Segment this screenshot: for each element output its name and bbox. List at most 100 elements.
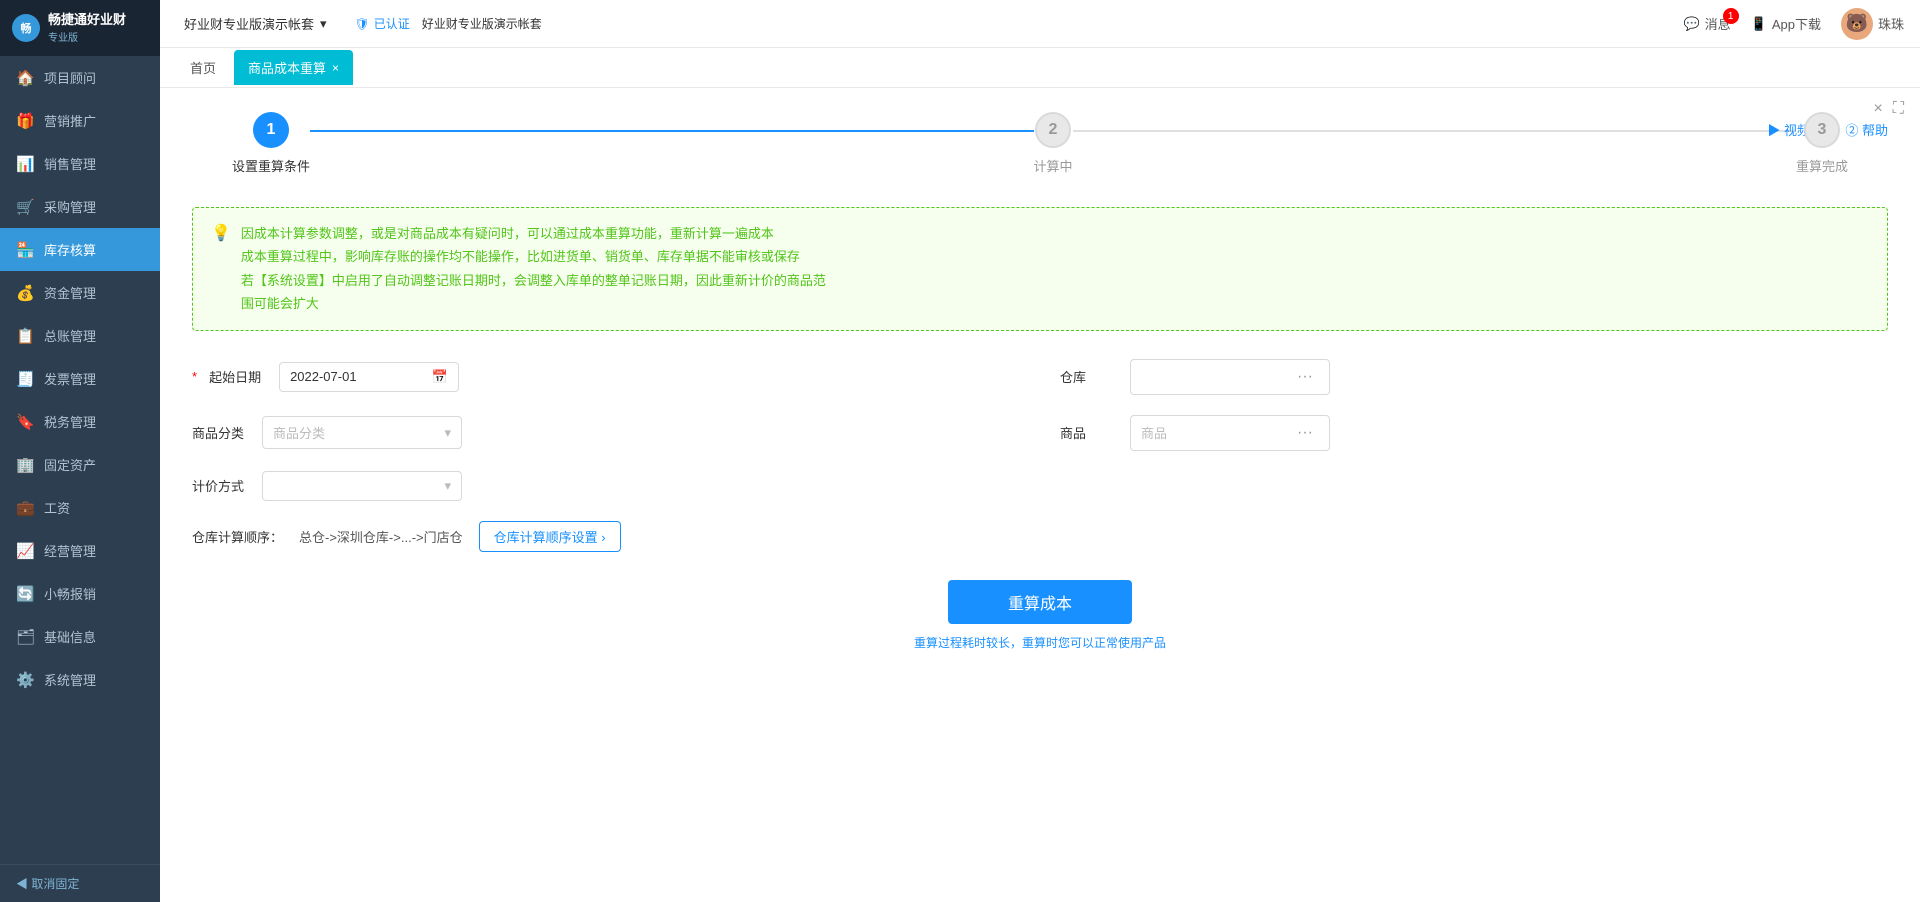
step-3-label: 重算完成 — [1796, 156, 1848, 175]
steps-container: 1 设置重算条件 2 计算中 3 — [192, 112, 1888, 175]
sidebar-item-salary[interactable]: 💼 工资 — [0, 486, 160, 529]
tab-home-label: 首页 — [190, 61, 216, 76]
sidebar-label-inventory: 库存核算 — [44, 240, 96, 259]
tab-close-icon[interactable]: × — [332, 61, 339, 75]
step-1-num: 1 — [267, 121, 276, 139]
main-area: 好业财专业版演示帐套 ▾ 🛡 已认证 好业财专业版演示帐套 💬 消息 1 📱 A… — [160, 0, 1920, 902]
content-area: × ⛶ 1 设置重算条件 2 计算中 — [160, 88, 1920, 902]
sidebar-item-tax[interactable]: 🔖 税务管理 — [0, 400, 160, 443]
start-date-input[interactable]: 2022-07-01 📅 — [279, 362, 459, 392]
sidebar-label-accounting: 总账管理 — [44, 326, 96, 345]
sidebar-label-salary: 工资 — [44, 498, 70, 517]
start-date-group: * 起始日期 2022-07-01 📅 — [192, 362, 1020, 392]
warehouse-dots-icon[interactable]: ··· — [1291, 366, 1319, 388]
step-3: 3 重算完成 — [1796, 112, 1848, 175]
topbar-right: 💬 消息 1 📱 App下载 🐻 珠珠 — [1683, 8, 1904, 40]
pricing-select[interactable]: ▾ — [262, 471, 462, 501]
account-selector[interactable]: 好业财专业版演示帐套 ▾ — [176, 10, 335, 37]
info-text: 因成本计算参数调整，或是对商品成本有疑问时，可以通过成本重算功能，重新计算一遍成… — [241, 222, 826, 316]
step-1: 1 设置重算条件 — [232, 112, 310, 175]
app-download-button[interactable]: 📱 App下载 — [1751, 14, 1821, 33]
category-select[interactable]: 商品分类 ▾ — [262, 416, 462, 449]
sidebar-nav: 🏠 项目顾问 🎁 营销推广 📊 销售管理 🛒 采购管理 🏪 库存核算 💰 资金管… — [0, 56, 160, 864]
logo-text-block: 畅捷通好业财 专业版 — [48, 12, 126, 44]
logo-title: 畅捷通好业财 — [48, 12, 126, 29]
salary-icon: 💼 — [16, 499, 34, 517]
tab-cost-recalc[interactable]: 商品成本重算 × — [234, 50, 353, 85]
sidebar-label-basic: 基础信息 — [44, 627, 96, 646]
warehouse-label: 仓库 — [1060, 367, 1120, 386]
step-1-label: 设置重算条件 — [232, 156, 310, 175]
recalc-cost-button[interactable]: 重算成本 — [948, 580, 1132, 624]
step-3-num: 3 — [1818, 121, 1827, 139]
sidebar-label-expense: 小畅报销 — [44, 584, 96, 603]
goods-input[interactable]: 商品 ··· — [1130, 415, 1330, 451]
calc-note: 重算过程耗时较长，重算时您可以正常使用产品 — [914, 634, 1166, 651]
info-line-3: 若【系统设置】中启用了自动调整记账日期时，会调整入库单的整单记账日期，因此重新计… — [241, 269, 826, 292]
sidebar-item-invoice[interactable]: 🧾 发票管理 — [0, 357, 160, 400]
sales-icon: 📊 — [16, 155, 34, 173]
avatar: 🐻 — [1841, 8, 1873, 40]
help-link[interactable]: ② 帮助 — [1845, 120, 1888, 139]
sidebar-item-basic[interactable]: 🗂 基础信息 — [0, 615, 160, 658]
sidebar-item-purchase[interactable]: 🛒 采购管理 — [0, 185, 160, 228]
logo-badge: 专业版 — [48, 29, 126, 44]
start-date-value: 2022-07-01 — [290, 369, 357, 384]
sidebar-item-expense[interactable]: 🔄 小畅报销 — [0, 572, 160, 615]
sidebar-label-marketing: 营销推广 — [44, 111, 96, 130]
accounting-icon: 📋 — [16, 327, 34, 345]
calendar-icon[interactable]: 📅 — [432, 369, 448, 385]
category-placeholder: 商品分类 — [273, 423, 325, 442]
message-button[interactable]: 💬 消息 1 — [1683, 14, 1730, 33]
sidebar-label-project: 项目顾问 — [44, 68, 96, 87]
start-date-label: 起始日期 — [209, 367, 269, 386]
sidebar-label-assets: 固定资产 — [44, 455, 96, 474]
goods-placeholder: 商品 — [1141, 423, 1167, 442]
pricing-group: 计价方式 ▾ — [192, 471, 1020, 501]
tabbar: 首页 商品成本重算 × — [160, 48, 1920, 88]
logo-icon: 畅 — [12, 14, 40, 42]
sidebar-item-assets[interactable]: 🏢 固定资产 — [0, 443, 160, 486]
sidebar-item-ops[interactable]: 📈 经营管理 — [0, 529, 160, 572]
info-line-1: 因成本计算参数调整，或是对商品成本有疑问时，可以通过成本重算功能，重新计算一遍成… — [241, 222, 826, 245]
app-download-label: App下载 — [1772, 14, 1821, 33]
required-star: * — [192, 369, 197, 384]
sidebar-label-finance: 资金管理 — [44, 283, 96, 302]
lightbulb-icon: 💡 — [211, 223, 231, 243]
marketing-icon: 🎁 — [16, 112, 34, 130]
sidebar-label-sales: 销售管理 — [44, 154, 96, 173]
warehouse-order-row: 仓库计算顺序： 总仓->深圳仓库->...->门店仓 仓库计算顺序设置 › — [192, 521, 1888, 552]
warehouse-input[interactable]: ··· — [1130, 359, 1330, 395]
tab-cost-recalc-label: 商品成本重算 — [248, 58, 326, 77]
expand-window-button[interactable]: ⛶ — [1893, 100, 1904, 118]
unpin-label: ◀ 取消固定 — [16, 875, 79, 892]
purchase-icon: 🛒 — [16, 198, 34, 216]
shield-icon: 🛡 — [355, 17, 370, 31]
phone-icon: 📱 — [1751, 16, 1767, 32]
sidebar: 畅 畅捷通好业财 专业版 🏠 项目顾问 🎁 营销推广 📊 销售管理 🛒 采购管理… — [0, 0, 160, 902]
verified-badge: 🛡 已认证 — [355, 15, 410, 32]
sidebar-item-project[interactable]: 🏠 项目顾问 — [0, 56, 160, 99]
sidebar-item-finance[interactable]: 💰 资金管理 — [0, 271, 160, 314]
sidebar-unpin-button[interactable]: ◀ 取消固定 — [0, 864, 160, 902]
tab-home[interactable]: 首页 — [176, 50, 230, 85]
tax-icon: 🔖 — [16, 413, 34, 431]
sidebar-label-purchase: 采购管理 — [44, 197, 96, 216]
sidebar-label-invoice: 发票管理 — [44, 369, 96, 388]
sidebar-item-inventory[interactable]: 🏪 库存核算 — [0, 228, 160, 271]
sidebar-item-system[interactable]: ⚙️ 系统管理 — [0, 658, 160, 701]
message-badge: 1 — [1723, 8, 1739, 24]
warehouse-order-settings-button[interactable]: 仓库计算顺序设置 › — [479, 521, 621, 552]
steps-row: 1 设置重算条件 2 计算中 3 — [232, 112, 1848, 175]
assets-icon: 🏢 — [16, 456, 34, 474]
form-row-3: 计价方式 ▾ — [192, 471, 1888, 501]
info-line-4: 围可能会扩大 — [241, 292, 826, 315]
sidebar-item-marketing[interactable]: 🎁 营销推广 — [0, 99, 160, 142]
goods-dots-icon[interactable]: ··· — [1291, 422, 1319, 444]
ops-icon: 📈 — [16, 542, 34, 560]
calc-button-area: 重算成本 重算过程耗时较长，重算时您可以正常使用产品 — [192, 580, 1888, 651]
sidebar-item-accounting[interactable]: 📋 总账管理 — [0, 314, 160, 357]
user-avatar[interactable]: 🐻 珠珠 — [1841, 8, 1904, 40]
warehouse-order-label: 仓库计算顺序： — [192, 527, 283, 546]
sidebar-item-sales[interactable]: 📊 销售管理 — [0, 142, 160, 185]
